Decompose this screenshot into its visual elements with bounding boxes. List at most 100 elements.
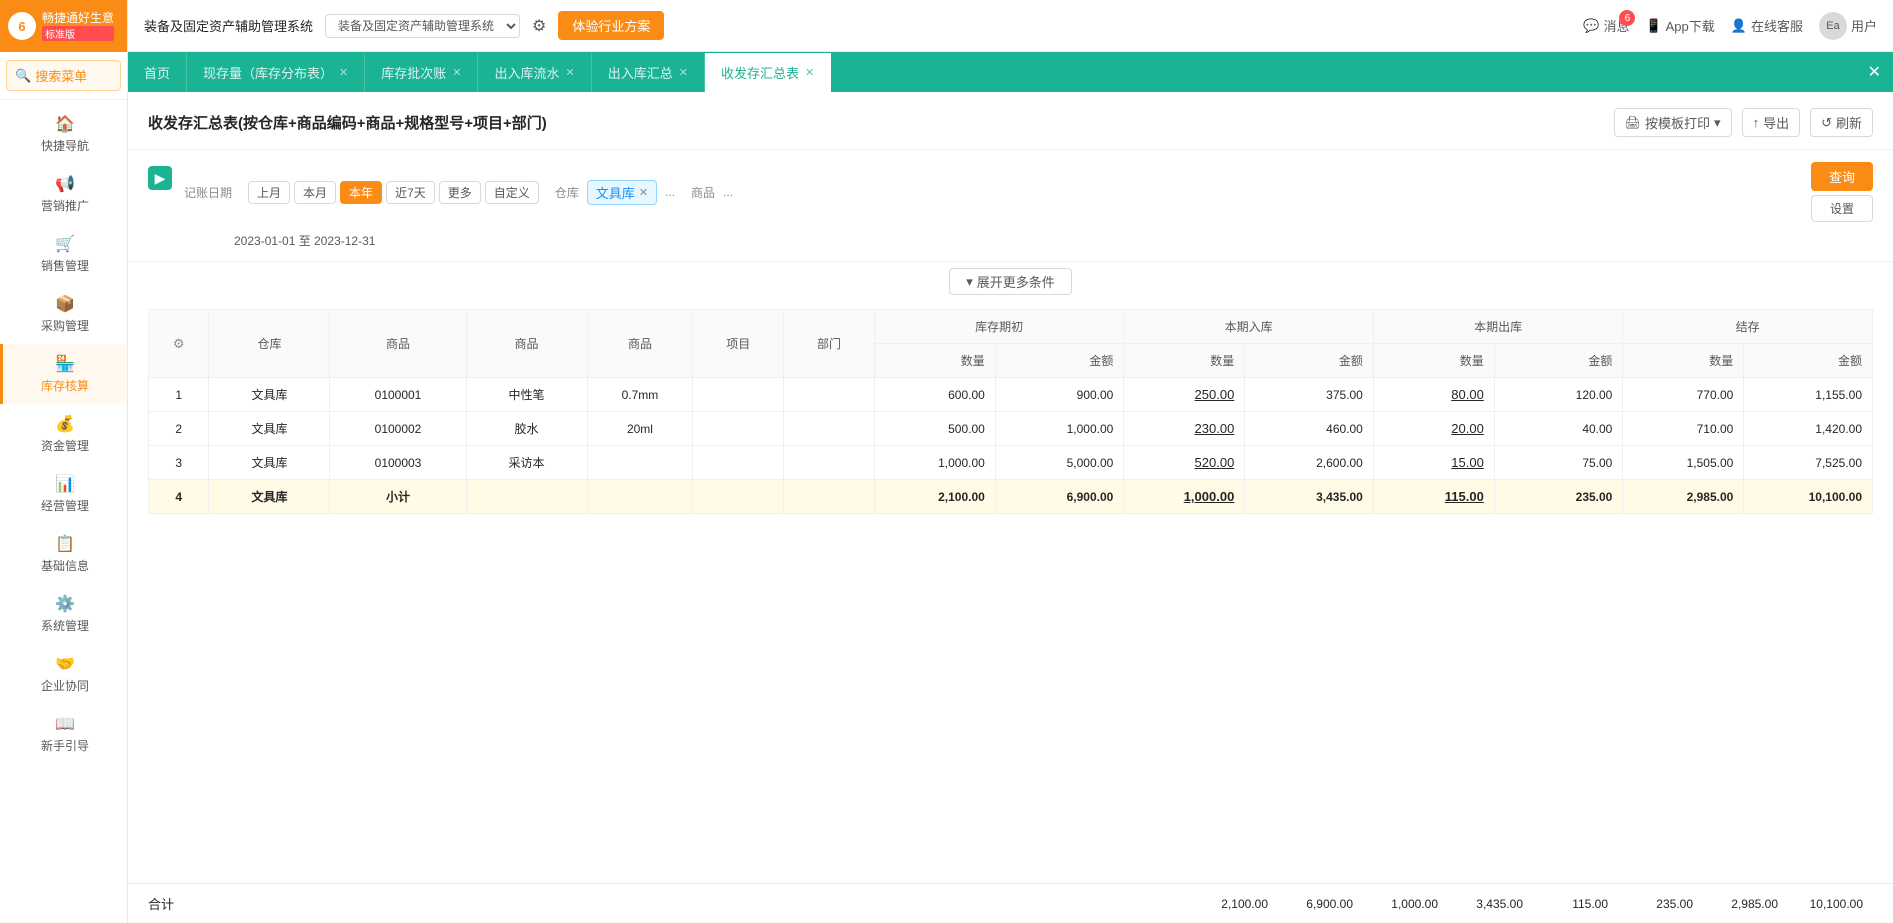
tab-close-batch[interactable]: ✕ <box>452 66 461 79</box>
cell-project <box>693 378 784 412</box>
total-init-amt: 6,900.00 <box>1278 897 1363 911</box>
th-in-qty: 数量 <box>1124 344 1245 378</box>
sidebar-item-sales[interactable]: 🛒 销售管理 <box>0 224 127 284</box>
cell-project <box>693 412 784 446</box>
sidebar-item-guide[interactable]: 📖 新手引导 <box>0 704 127 764</box>
sidebar-item-purchase[interactable]: 📦 采购管理 <box>0 284 127 344</box>
tab-close-inout-flow[interactable]: ✕ <box>566 66 575 79</box>
online-service-btn[interactable]: 👤 在线客服 <box>1731 16 1803 35</box>
cell-in-qty[interactable]: 250.00 <box>1124 378 1245 412</box>
cell-in-qty[interactable]: 520.00 <box>1124 446 1245 480</box>
total-in-qty: 1,000.00 <box>1363 897 1448 911</box>
cell-bal-amt: 1,155.00 <box>1744 378 1873 412</box>
page-title: 收发存汇总表(按仓库+商品编码+商品+规格型号+项目+部门) <box>148 112 547 133</box>
th-gear: ⚙ <box>149 310 209 378</box>
system-name: 装备及固定资产辅助管理系统 <box>144 16 313 35</box>
date-range: 2023-01-01 至 2023-12-31 <box>234 232 375 249</box>
template-print-btn[interactable]: 🖨 按模板打印 ▾ <box>1614 108 1732 137</box>
sidebar-item-basic[interactable]: 📋 基础信息 <box>0 524 127 584</box>
settings-icon[interactable]: ⚙ <box>532 16 546 36</box>
subtotal-init-qty: 2,100.00 <box>874 480 995 514</box>
content-area: 收发存汇总表(按仓库+商品编码+商品+规格型号+项目+部门) 🖨 按模板打印 ▾… <box>128 92 1893 883</box>
sidebar-item-finance[interactable]: 💰 资金管理 <box>0 404 127 464</box>
date-btn-7days[interactable]: 近7天 <box>386 181 435 204</box>
th-name: 商品 <box>466 310 587 378</box>
date-buttons: 上月 本月 本年 近7天 更多 自定义 <box>248 181 539 204</box>
tab-inout-summary[interactable]: 出入库汇总 ✕ <box>592 53 705 92</box>
date-btn-last-month[interactable]: 上月 <box>248 181 290 204</box>
cell-warehouse: 文具库 <box>209 446 330 480</box>
subtotal-bal-amt: 10,100.00 <box>1744 480 1873 514</box>
search-icon: 🔍 <box>15 68 31 84</box>
filter-actions: 查询 设置 <box>1811 162 1873 222</box>
app-download-btn[interactable]: 📱 App下载 <box>1645 16 1714 35</box>
close-all-tabs-btn[interactable]: ✕ <box>1856 62 1893 82</box>
subtotal-bal-qty: 2,985.00 <box>1623 480 1744 514</box>
sidebar-item-inventory[interactable]: 🏪 库存核算 <box>0 344 127 404</box>
tabbar: 首页 现存量（库存分布表） ✕ 库存批次账 ✕ 出入库流水 ✕ 出入库汇总 ✕ … <box>128 52 1893 92</box>
trial-btn[interactable]: 体验行业方案 <box>558 11 664 40</box>
date-btn-more[interactable]: 更多 <box>439 181 481 204</box>
cell-bal-amt: 7,525.00 <box>1744 446 1873 480</box>
sidebar-search-area: 🔍 搜索菜单 <box>0 52 127 100</box>
refresh-btn[interactable]: ↺ 刷新 <box>1810 108 1873 137</box>
th-init-stock: 库存期初 <box>874 310 1124 344</box>
date-btn-custom[interactable]: 自定义 <box>485 181 539 204</box>
tab-inout-flow[interactable]: 出入库流水 ✕ <box>478 53 591 92</box>
cell-out-qty[interactable]: 80.00 <box>1373 378 1494 412</box>
table-gear-icon[interactable]: ⚙ <box>173 336 185 351</box>
search-menu-button[interactable]: 🔍 搜索菜单 <box>6 60 121 91</box>
tab-receive-summary[interactable]: 收发存汇总表 ✕ <box>705 53 831 92</box>
warehouse-tag-remove-btn[interactable]: ✕ <box>639 186 648 199</box>
user-btn[interactable]: Ea 用户 <box>1819 12 1877 40</box>
inventory-icon: 🏪 <box>55 354 75 374</box>
export-btn[interactable]: ↑ 导出 <box>1742 108 1801 137</box>
tab-inventory-dist[interactable]: 现存量（库存分布表） ✕ <box>187 53 365 92</box>
filter-toggle-btn[interactable]: ▶ <box>148 166 172 190</box>
finance-icon: 💰 <box>55 414 75 434</box>
user-avatar: Ea <box>1819 12 1847 40</box>
export-icon: ↑ <box>1753 115 1760 130</box>
tab-close-inventory-dist[interactable]: ✕ <box>339 66 348 79</box>
cell-bal-qty: 710.00 <box>1623 412 1744 446</box>
th-warehouse: 仓库 <box>209 310 330 378</box>
tab-home[interactable]: 首页 <box>128 53 187 92</box>
cell-init-qty: 500.00 <box>874 412 995 446</box>
cell-init-amt: 1,000.00 <box>995 412 1124 446</box>
tab-batch[interactable]: 库存批次账 ✕ <box>365 53 478 92</box>
tab-close-receive-summary[interactable]: ✕ <box>805 66 814 79</box>
table-row: 3 文具库 0100003 采访本 1,000.00 5,000.00 520.… <box>149 446 1873 480</box>
subtotal-in-qty[interactable]: 1,000.00 <box>1124 480 1245 514</box>
tab-close-inout-summary[interactable]: ✕ <box>679 66 688 79</box>
sidebar-item-quick[interactable]: 🏠 快捷导航 <box>0 104 127 164</box>
cell-out-qty[interactable]: 20.00 <box>1373 412 1494 446</box>
sidebar-item-business[interactable]: 📊 经营管理 <box>0 464 127 524</box>
sidebar-item-system[interactable]: ⚙️ 系统管理 <box>0 584 127 644</box>
sidebar-item-collab[interactable]: 🤝 企业协同 <box>0 644 127 704</box>
total-label: 合计 <box>148 894 174 913</box>
sidebar-logo: 6 畅捷通好生意 标准版 <box>0 0 127 52</box>
logo-icon: 6 <box>8 12 36 40</box>
filter-row-date-range: 2023-01-01 至 2023-12-31 <box>184 230 1873 249</box>
th-in-stock: 本期入库 <box>1124 310 1374 344</box>
system-selector[interactable]: 装备及固定资产辅助管理系统 <box>325 14 520 38</box>
expand-filters-btn[interactable]: ▾ 展开更多条件 <box>949 268 1072 295</box>
warehouse-tag: 文具库 ✕ <box>587 180 657 205</box>
table-row: 2 文具库 0100002 胶水 20ml 500.00 1,000.00 23… <box>149 412 1873 446</box>
warehouse-more-btn[interactable]: ... <box>665 185 675 199</box>
query-btn[interactable]: 查询 <box>1811 162 1873 191</box>
topbar-right: 💬 消息 6 📱 App下载 👤 在线客服 Ea 用户 <box>1583 12 1877 40</box>
cell-out-qty[interactable]: 15.00 <box>1373 446 1494 480</box>
cell-in-qty[interactable]: 230.00 <box>1124 412 1245 446</box>
main-area: 装备及固定资产辅助管理系统 装备及固定资产辅助管理系统 ⚙ 体验行业方案 💬 消… <box>128 0 1893 923</box>
product-more-btn[interactable]: ... <box>723 185 733 199</box>
date-btn-this-year[interactable]: 本年 <box>340 181 382 204</box>
date-btn-this-month[interactable]: 本月 <box>294 181 336 204</box>
message-btn[interactable]: 💬 消息 6 <box>1583 16 1629 35</box>
cell-dept <box>784 446 875 480</box>
filter-body: 记账日期 上月 本月 本年 近7天 更多 自定义 仓库 文具库 <box>184 162 1873 249</box>
filter-settings-btn[interactable]: 设置 <box>1811 195 1873 222</box>
th-code: 商品 <box>330 310 466 378</box>
sidebar-item-marketing[interactable]: 📢 营销推广 <box>0 164 127 224</box>
subtotal-out-qty[interactable]: 115.00 <box>1373 480 1494 514</box>
